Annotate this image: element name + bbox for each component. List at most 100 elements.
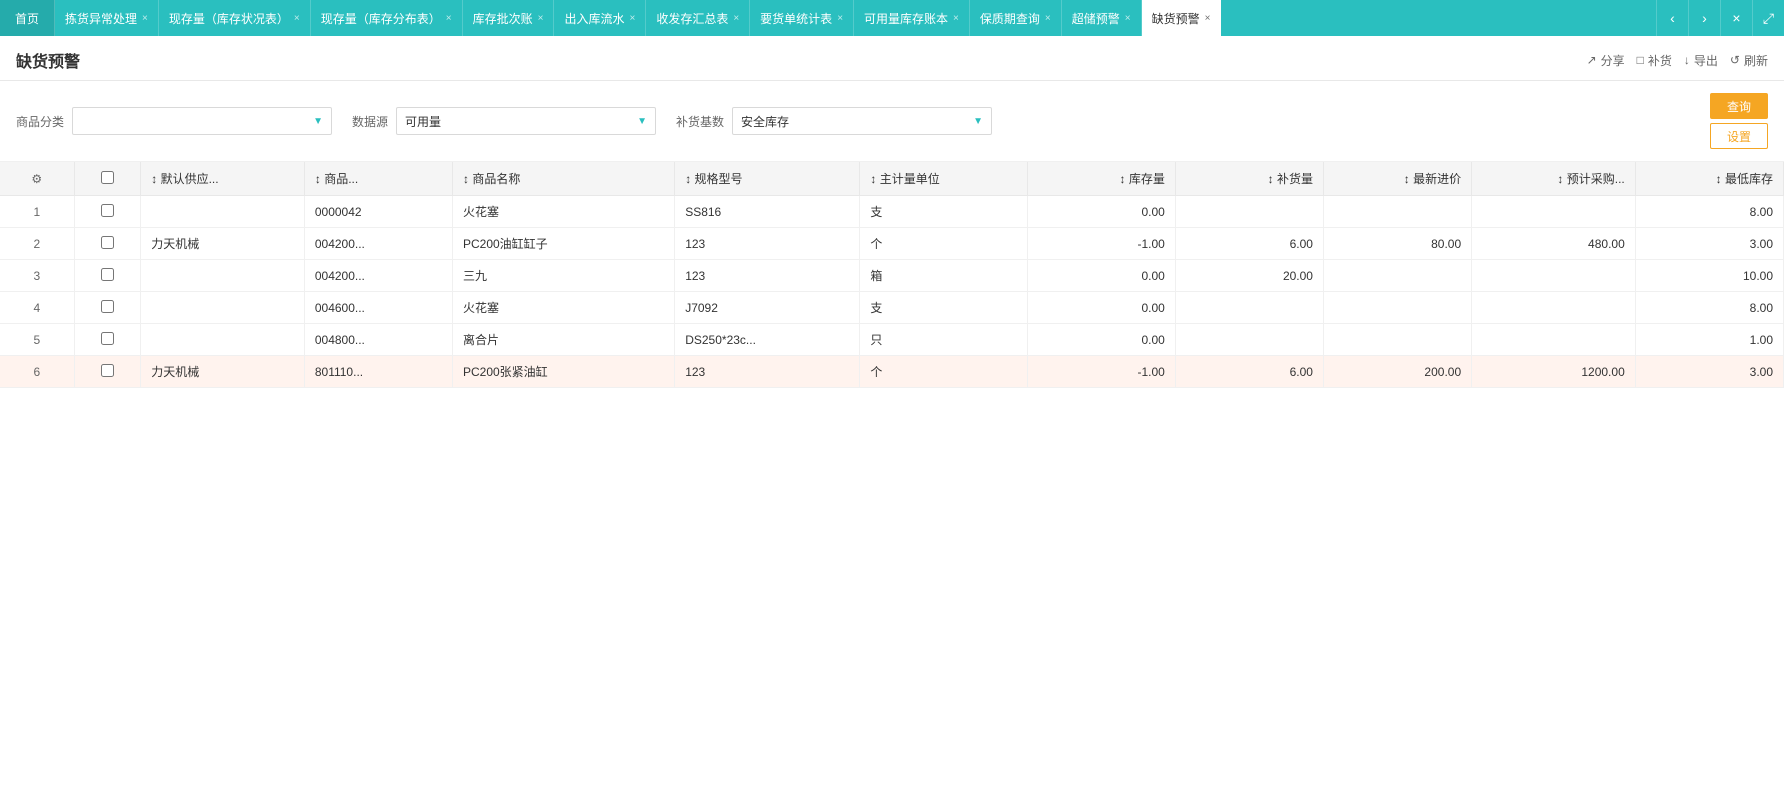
nav-tab-overstock[interactable]: 超储预警 × xyxy=(1062,0,1142,36)
nav-tab-flow[interactable]: 出入库流水 × xyxy=(554,0,646,36)
nav-prev-button[interactable]: ‹ xyxy=(1656,0,1688,36)
nav-tab-abnormal[interactable]: 拣货异常处理 × xyxy=(55,0,159,36)
row-checkbox[interactable] xyxy=(101,236,114,249)
nav-tab-receipt[interactable]: 收发存汇总表 × xyxy=(646,0,750,36)
row-name: PC200油缸缸子 xyxy=(452,228,674,260)
row-stock: 0.00 xyxy=(1027,324,1175,356)
row-stock: 0.00 xyxy=(1027,196,1175,228)
refresh-button[interactable]: ↺ 刷新 xyxy=(1730,52,1768,69)
setting-button[interactable]: 设置 xyxy=(1710,123,1768,149)
category-label: 商品分类 xyxy=(16,113,64,130)
close-icon[interactable]: × xyxy=(538,13,544,24)
receipt-tab-label: 收发存汇总表 xyxy=(656,10,728,27)
col-header-code[interactable]: ↕ 商品... xyxy=(304,162,452,196)
row-supplier xyxy=(141,292,305,324)
row-checkbox[interactable] xyxy=(101,204,114,217)
row-index: 2 xyxy=(0,228,74,260)
row-est: 1200.00 xyxy=(1472,356,1636,388)
nav-expand-button[interactable]: ⤢ xyxy=(1752,0,1784,36)
close-icon[interactable]: × xyxy=(629,13,635,24)
datasource-select[interactable]: 可用量 ▼ xyxy=(396,107,656,135)
row-code: 004200... xyxy=(304,228,452,260)
nav-tab-inventory-dist[interactable]: 现存量（库存分布表） × xyxy=(311,0,463,36)
nav-tab-shortage[interactable]: 缺货预警 × xyxy=(1142,0,1222,36)
row-supplier xyxy=(141,260,305,292)
col-header-supplier[interactable]: ↕ 默认供应... xyxy=(141,162,305,196)
replenish-select[interactable]: 安全库存 ▼ xyxy=(732,107,992,135)
row-checkbox[interactable] xyxy=(101,332,114,345)
query-button[interactable]: 查询 xyxy=(1710,93,1768,119)
row-replen: 6.00 xyxy=(1175,356,1323,388)
close-icon[interactable]: × xyxy=(1045,13,1051,24)
nav-tab-home[interactable]: 首页 xyxy=(0,0,55,36)
col-header-min[interactable]: ↕ 最低库存 xyxy=(1635,162,1783,196)
col-header-unit[interactable]: ↕ 主计量单位 xyxy=(860,162,1027,196)
nav-tab-available[interactable]: 可用量库存账本 × xyxy=(854,0,970,36)
gear-icon[interactable]: ⚙ xyxy=(10,172,64,186)
row-code: 0000042 xyxy=(304,196,452,228)
row-spec: 123 xyxy=(675,356,860,388)
filter-actions: 查询 设置 xyxy=(1710,93,1768,149)
row-price xyxy=(1323,196,1471,228)
table-container: ⚙ ↕ 默认供应... ↕ 商品... ↕ 商品名称 ↕ xyxy=(0,162,1784,388)
replenish-button[interactable]: □ 补货 xyxy=(1637,52,1672,69)
sort-icon: ↕ xyxy=(315,172,324,186)
table-row: 2 力天机械 004200... PC200油缸缸子 123 个 -1.00 6… xyxy=(0,228,1784,260)
datasource-value: 可用量 xyxy=(405,113,441,130)
nav-next-button[interactable]: › xyxy=(1688,0,1720,36)
table-row: 3 004200... 三九 123 箱 0.00 20.00 10.00 xyxy=(0,260,1784,292)
close-icon[interactable]: × xyxy=(1125,13,1131,24)
col-header-est[interactable]: ↕ 预计采购... xyxy=(1472,162,1636,196)
close-icon[interactable]: × xyxy=(294,13,300,24)
row-checkbox[interactable] xyxy=(101,364,114,377)
row-name: PC200张紧油缸 xyxy=(452,356,674,388)
row-price xyxy=(1323,260,1471,292)
row-checkbox[interactable] xyxy=(101,268,114,281)
replenish-icon: □ xyxy=(1637,53,1644,67)
col-header-gear[interactable]: ⚙ xyxy=(0,162,74,196)
row-checkbox-cell xyxy=(74,260,141,292)
close-icon[interactable]: × xyxy=(1205,13,1211,24)
sort-icon: ↕ xyxy=(1557,172,1566,186)
select-all-checkbox[interactable] xyxy=(101,171,114,184)
nav-tab-demand[interactable]: 要货单统计表 × xyxy=(750,0,854,36)
top-navigation: 首页 拣货异常处理 × 现存量（库存状况表） × 现存量（库存分布表） × 库存… xyxy=(0,0,1784,36)
row-replen: 20.00 xyxy=(1175,260,1323,292)
row-checkbox[interactable] xyxy=(101,300,114,313)
close-icon[interactable]: × xyxy=(142,13,148,24)
export-icon: ↓ xyxy=(1684,53,1690,67)
col-header-stock[interactable]: ↕ 库存量 xyxy=(1027,162,1175,196)
col-header-name[interactable]: ↕ 商品名称 xyxy=(452,162,674,196)
expiry-tab-label: 保质期查询 xyxy=(980,10,1040,27)
row-unit: 个 xyxy=(860,356,1027,388)
table-row: 6 力天机械 801110... PC200张紧油缸 123 个 -1.00 6… xyxy=(0,356,1784,388)
nav-tab-batch[interactable]: 库存批次账 × xyxy=(463,0,555,36)
close-icon[interactable]: × xyxy=(953,13,959,24)
sort-icon: ↕ xyxy=(463,172,472,186)
row-name: 火花塞 xyxy=(452,292,674,324)
row-replen xyxy=(1175,292,1323,324)
batch-tab-label: 库存批次账 xyxy=(473,10,533,27)
row-est xyxy=(1472,324,1636,356)
table-row: 1 0000042 火花塞 SS816 支 0.00 8.00 xyxy=(0,196,1784,228)
category-select[interactable]: ▼ xyxy=(72,107,332,135)
export-button[interactable]: ↓ 导出 xyxy=(1684,52,1718,69)
nav-tab-expiry[interactable]: 保质期查询 × xyxy=(970,0,1062,36)
close-icon[interactable]: × xyxy=(837,13,843,24)
replenish-filter: 补货基数 安全库存 ▼ xyxy=(676,107,992,135)
close-icon[interactable]: × xyxy=(733,13,739,24)
sort-icon: ↕ xyxy=(151,172,160,186)
row-unit: 箱 xyxy=(860,260,1027,292)
close-icon[interactable]: × xyxy=(446,13,452,24)
col-header-replen[interactable]: ↕ 补货量 xyxy=(1175,162,1323,196)
nav-close-button[interactable]: × xyxy=(1720,0,1752,36)
header-actions: ↗ 分享 □ 补货 ↓ 导出 ↺ 刷新 xyxy=(1587,52,1768,69)
share-icon: ↗ xyxy=(1587,53,1597,67)
col-header-spec[interactable]: ↕ 规格型号 xyxy=(675,162,860,196)
nav-tab-inventory-status[interactable]: 现存量（库存状况表） × xyxy=(159,0,311,36)
sort-icon: ↕ xyxy=(1119,172,1128,186)
share-button[interactable]: ↗ 分享 xyxy=(1587,52,1625,69)
row-index: 1 xyxy=(0,196,74,228)
table-header-row: ⚙ ↕ 默认供应... ↕ 商品... ↕ 商品名称 ↕ xyxy=(0,162,1784,196)
col-header-price[interactable]: ↕ 最新进价 xyxy=(1323,162,1471,196)
